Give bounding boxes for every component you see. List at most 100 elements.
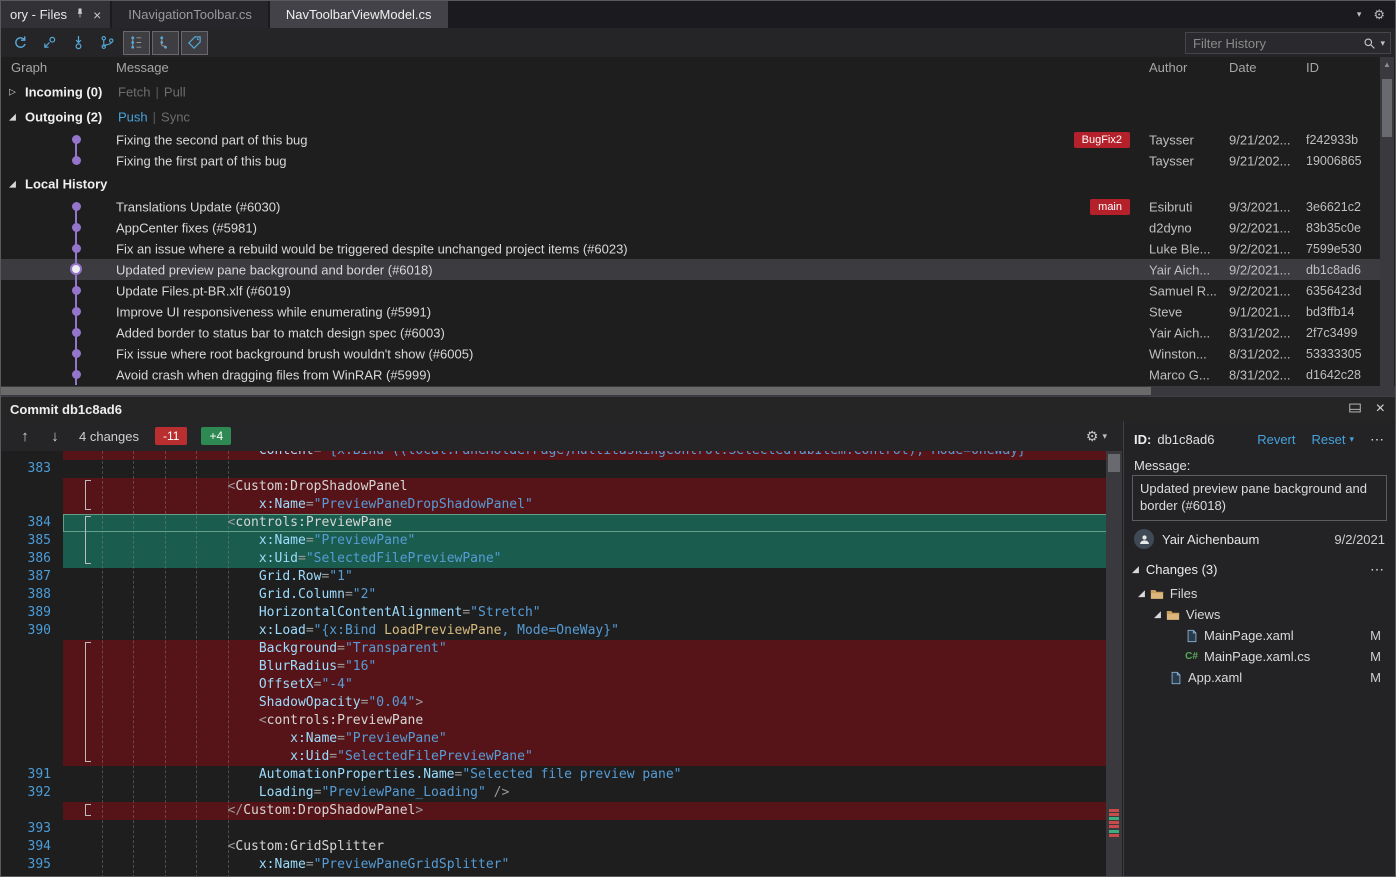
dock-position-icon[interactable]: [1348, 401, 1362, 418]
toggle-tags-button[interactable]: [181, 31, 208, 55]
diff-scroll-mark: [1109, 809, 1119, 812]
pin-icon[interactable]: [74, 7, 86, 22]
history-horizontal-scrollbar[interactable]: [1, 386, 1395, 396]
line-content: AutomationProperties.Name="Selected file…: [63, 766, 1107, 784]
column-header-date[interactable]: Date: [1229, 60, 1256, 75]
commit-row[interactable]: Fixing the first part of this bugTaysser…: [1, 150, 1380, 171]
chevron-expanded-icon[interactable]: ◢: [9, 178, 16, 189]
scrollbar-thumb[interactable]: [1382, 79, 1392, 137]
next-change-button[interactable]: ↓: [43, 428, 67, 445]
commit-row[interactable]: Update Files.pt-BR.xlf (#6019)Samuel R..…: [1, 280, 1380, 301]
toggle-merge-commits-button[interactable]: [152, 31, 179, 55]
chevron-expanded-icon[interactable]: ◢: [1138, 588, 1145, 599]
chevron-expanded-icon[interactable]: ◢: [1132, 564, 1139, 575]
commit-message: Translations Update (#6030): [116, 199, 280, 214]
scroll-up-icon[interactable]: ▲: [1380, 57, 1394, 69]
diff-scroll-mark: [1109, 817, 1119, 820]
commit-author: Marco G...: [1149, 367, 1210, 382]
chevron-collapsed-icon[interactable]: ▷: [9, 86, 16, 97]
sync-link[interactable]: Sync: [161, 109, 190, 124]
close-icon[interactable]: ×: [93, 8, 101, 22]
section-label: Incoming (0): [25, 84, 102, 99]
commit-row[interactable]: Fix issue where root background brush wo…: [1, 343, 1380, 364]
diff-editor[interactable]: Content="{x:Bind ((local:PaneHolderPage)…: [1, 451, 1123, 877]
commit-message-box[interactable]: Updated preview pane background and bord…: [1132, 475, 1387, 521]
commit-row[interactable]: Improve UI responsiveness while enumerat…: [1, 301, 1380, 322]
changes-section-header[interactable]: ◢ Changes (3) ⋯: [1132, 561, 1385, 578]
line-number: 384: [1, 514, 51, 532]
column-header-graph[interactable]: Graph: [11, 60, 47, 75]
commit-row[interactable]: Fix an issue where a rebuild would be tr…: [1, 238, 1380, 259]
column-header-message[interactable]: Message: [116, 60, 169, 75]
diff-code-line: OffsetX="-4": [1, 676, 1123, 694]
history-section-row[interactable]: ▷Incoming (0)Fetch|Pull: [1, 79, 1380, 104]
commit-author: Yair Aich...: [1149, 325, 1210, 340]
history-section-row[interactable]: ◢Local History: [1, 171, 1380, 196]
pull-button[interactable]: [65, 31, 92, 55]
commit-row[interactable]: Added border to status bar to match desi…: [1, 322, 1380, 343]
diff-code-lines: Content="{x:Bind ((local:PaneHolderPage)…: [1, 451, 1123, 874]
branch-badge[interactable]: main: [1090, 199, 1130, 215]
tab-history-files[interactable]: ory - Files ×: [1, 1, 110, 28]
push-link[interactable]: Push: [118, 109, 148, 124]
line-content: Grid.Column="2": [63, 586, 1107, 604]
changes-tree-item[interactable]: C#MainPage.xaml.csM: [1124, 646, 1395, 667]
line-number: 386: [1, 550, 51, 568]
history-column-headers: Graph Message Author Date ID: [1, 57, 1380, 79]
commit-row[interactable]: Updated preview pane background and bord…: [1, 259, 1380, 280]
column-header-author[interactable]: Author: [1149, 60, 1187, 75]
chevron-down-icon[interactable]: ▾: [1357, 9, 1362, 20]
fetch-link[interactable]: Fetch: [118, 84, 151, 99]
line-number: 395: [1, 856, 51, 874]
line-content: Grid.Row="1": [63, 568, 1107, 586]
close-icon[interactable]: ×: [1376, 401, 1385, 417]
chevron-expanded-icon[interactable]: ◢: [9, 111, 16, 122]
diff-scroll-mark: [1109, 813, 1119, 816]
commit-row[interactable]: Fixing the second part of this bugBugFix…: [1, 129, 1380, 150]
chevron-expanded-icon[interactable]: ◢: [1154, 609, 1161, 620]
diff-code-line: x:Name="PreviewPane": [1, 730, 1123, 748]
commit-message: Fix an issue where a rebuild would be tr…: [116, 241, 628, 256]
changes-tree: ◢Files◢ViewsMainPage.xamlMC#MainPage.xam…: [1124, 583, 1395, 688]
diff-vertical-scrollbar[interactable]: [1106, 451, 1122, 877]
filter-history-input[interactable]: Filter History ▾: [1185, 32, 1391, 54]
diff-code-line: 392 Loading="PreviewPane_Loading" />: [1, 784, 1123, 802]
line-content: x:Uid="SelectedFilePreviewPane": [63, 748, 1107, 766]
changes-tree-item[interactable]: ◢Files: [1124, 583, 1395, 604]
commit-panel-title: Commit db1c8ad6: [1, 402, 122, 417]
reset-link[interactable]: Reset▾: [1312, 432, 1355, 447]
avatar: [1134, 529, 1154, 549]
history-section-row[interactable]: ◢Outgoing (2)Push|Sync: [1, 104, 1380, 129]
toggle-graph-column-button[interactable]: [123, 31, 150, 55]
revert-link[interactable]: Revert: [1257, 432, 1295, 447]
previous-change-button[interactable]: ↑: [13, 428, 37, 445]
pull-link[interactable]: Pull: [164, 84, 186, 99]
history-vertical-scrollbar[interactable]: ▲: [1380, 57, 1394, 386]
commit-row[interactable]: Avoid crash when dragging files from Win…: [1, 364, 1380, 385]
more-actions-icon[interactable]: ⋯: [1370, 431, 1385, 448]
chevron-down-icon[interactable]: ▾: [1380, 38, 1385, 49]
changes-tree-item[interactable]: App.xamlM: [1124, 667, 1395, 688]
commit-date: 9/21/202...: [1229, 153, 1290, 168]
changes-tree-item[interactable]: MainPage.xamlM: [1124, 625, 1395, 646]
branch-badge[interactable]: BugFix2: [1074, 132, 1130, 148]
tab-navtoolbarviewmodel[interactable]: NavToolbarViewModel.cs: [270, 1, 448, 28]
commit-row[interactable]: Translations Update (#6030)mainEsibruti9…: [1, 196, 1380, 217]
changes-tree-item[interactable]: ◢Views: [1124, 604, 1395, 625]
gear-icon: ⚙: [1086, 428, 1099, 445]
commit-row[interactable]: AppCenter fixes (#5981)d2dyno9/2/2021...…: [1, 217, 1380, 238]
scrollbar-thumb[interactable]: [1108, 454, 1120, 472]
line-content: x:Name="PreviewPaneGridSplitter": [63, 856, 1107, 874]
fetch-button[interactable]: [36, 31, 63, 55]
refresh-button[interactable]: [7, 31, 34, 55]
search-icon: [1363, 37, 1376, 50]
more-actions-icon[interactable]: ⋯: [1370, 561, 1385, 578]
diff-settings-button[interactable]: ⚙ ▾: [1086, 421, 1107, 451]
tab-label: ory - Files: [10, 7, 67, 22]
branch-graph-button[interactable]: [94, 31, 121, 55]
line-number: 391: [1, 766, 51, 784]
column-header-id[interactable]: ID: [1306, 60, 1319, 75]
tab-inavigationtoolbar[interactable]: INavigationToolbar.cs: [112, 1, 268, 28]
window-options-icon[interactable]: ⚙: [1373, 7, 1385, 23]
scrollbar-thumb[interactable]: [1, 387, 1151, 395]
